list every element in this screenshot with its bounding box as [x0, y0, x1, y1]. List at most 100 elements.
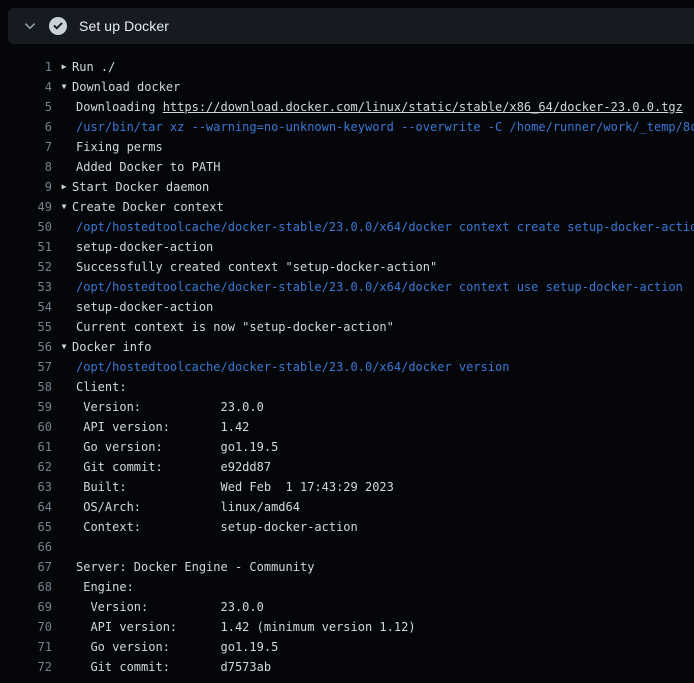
- line-number[interactable]: 63: [0, 477, 52, 497]
- group-expanded-icon[interactable]: ▼: [58, 77, 70, 97]
- log-line: 69 Version: 23.0.0: [0, 597, 694, 617]
- log-command-text: /opt/hostedtoolcache/docker-stable/23.0.…: [76, 277, 683, 297]
- log-group-toggle[interactable]: ▶Start Docker daemon: [52, 177, 209, 197]
- log-group-title: Start Docker daemon: [72, 177, 209, 197]
- log-group-toggle[interactable]: ▼Create Docker context: [52, 197, 224, 217]
- line-number[interactable]: 58: [0, 377, 52, 397]
- log-command-text: /usr/bin/tar xz --warning=no-unknown-key…: [76, 117, 694, 137]
- line-number[interactable]: 65: [0, 517, 52, 537]
- line-number[interactable]: 52: [0, 257, 52, 277]
- log-text-prefix: Downloading: [76, 100, 163, 114]
- log-group-title: Run ./: [72, 57, 115, 77]
- log-text: setup-docker-action: [76, 297, 213, 317]
- log-line: 57/opt/hostedtoolcache/docker-stable/23.…: [0, 357, 694, 377]
- log-text: Added Docker to PATH: [76, 157, 221, 177]
- log-text: Built: Wed Feb 1 17:43:29 2023: [76, 477, 394, 497]
- log-line: 53/opt/hostedtoolcache/docker-stable/23.…: [0, 277, 694, 297]
- line-number[interactable]: 8: [0, 157, 52, 177]
- log-line: 71 Go version: go1.19.5: [0, 637, 694, 657]
- log-text: Git commit: e92dd87: [76, 457, 271, 477]
- log-text: Git commit: d7573ab: [76, 657, 271, 677]
- log-group-title: Create Docker context: [72, 197, 224, 217]
- group-collapsed-icon[interactable]: ▶: [58, 177, 70, 197]
- log-line: 61 Go version: go1.19.5: [0, 437, 694, 457]
- line-number[interactable]: 49: [0, 197, 52, 217]
- log-line: 6/usr/bin/tar xz --warning=no-unknown-ke…: [0, 117, 694, 137]
- step-header[interactable]: Set up Docker: [8, 8, 694, 44]
- log-text: Current context is now "setup-docker-act…: [76, 317, 394, 337]
- log-line: 64 OS/Arch: linux/amd64: [0, 497, 694, 517]
- log-line: 49▼Create Docker context: [0, 197, 694, 217]
- line-number[interactable]: 67: [0, 557, 52, 577]
- line-number[interactable]: 61: [0, 437, 52, 457]
- log-link[interactable]: https://download.docker.com/linux/static…: [163, 100, 683, 114]
- log-text: Go version: go1.19.5: [76, 437, 278, 457]
- log-line: 60 API version: 1.42: [0, 417, 694, 437]
- log-lines: 1▶Run ./4▼Download docker5Downloading ht…: [0, 44, 694, 683]
- line-number[interactable]: 50: [0, 217, 52, 237]
- log-text: Successfully created context "setup-dock…: [76, 257, 437, 277]
- step-title: Set up Docker: [79, 18, 169, 34]
- line-number[interactable]: 56: [0, 337, 52, 357]
- log-line: 70 API version: 1.42 (minimum version 1.…: [0, 617, 694, 637]
- line-number[interactable]: 4: [0, 77, 52, 97]
- check-circle-success-icon: [49, 17, 67, 35]
- line-number[interactable]: 60: [0, 417, 52, 437]
- log-line: 59 Version: 23.0.0: [0, 397, 694, 417]
- group-expanded-icon[interactable]: ▼: [58, 197, 70, 217]
- line-number[interactable]: 1: [0, 57, 52, 77]
- log-command-text: /opt/hostedtoolcache/docker-stable/23.0.…: [76, 357, 509, 377]
- line-number[interactable]: 53: [0, 277, 52, 297]
- log-line: 7 Fixing perms: [0, 137, 694, 157]
- line-number[interactable]: 5: [0, 97, 52, 117]
- log-line: 50/opt/hostedtoolcache/docker-stable/23.…: [0, 217, 694, 237]
- log-line: 68 Engine:: [0, 577, 694, 597]
- log-text: Version: 23.0.0: [76, 597, 264, 617]
- chevron-down-icon[interactable]: [22, 18, 38, 34]
- log-line: 4▼Download docker: [0, 77, 694, 97]
- line-number[interactable]: 7: [0, 137, 52, 157]
- log-group-toggle[interactable]: ▼Download docker: [52, 77, 180, 97]
- group-expanded-icon[interactable]: ▼: [58, 337, 70, 357]
- log-line: 63 Built: Wed Feb 1 17:43:29 2023: [0, 477, 694, 497]
- log-group-title: Download docker: [72, 77, 180, 97]
- line-number[interactable]: 59: [0, 397, 52, 417]
- log-line: 5 Downloading https://download.docker.com…: [0, 97, 694, 117]
- log-line: 51 setup-docker-action: [0, 237, 694, 257]
- line-number[interactable]: 51: [0, 237, 52, 257]
- log-text: Context: setup-docker-action: [76, 517, 358, 537]
- line-number[interactable]: 64: [0, 497, 52, 517]
- log-line: 54 setup-docker-action: [0, 297, 694, 317]
- log-text: Engine:: [76, 577, 134, 597]
- line-number[interactable]: 66: [0, 537, 52, 557]
- line-number[interactable]: 55: [0, 317, 52, 337]
- line-number[interactable]: 54: [0, 297, 52, 317]
- log-text: Downloading https://download.docker.com/…: [76, 97, 683, 117]
- group-collapsed-icon[interactable]: ▶: [58, 57, 70, 77]
- line-number[interactable]: 9: [0, 177, 52, 197]
- line-number[interactable]: 6: [0, 117, 52, 137]
- line-number[interactable]: 69: [0, 597, 52, 617]
- line-number[interactable]: 70: [0, 617, 52, 637]
- log-group-toggle[interactable]: ▼Docker info: [52, 337, 151, 357]
- log-line: 52 Successfully created context "setup-do…: [0, 257, 694, 277]
- log-text: setup-docker-action: [76, 237, 213, 257]
- log-line: 65 Context: setup-docker-action: [0, 517, 694, 537]
- log-text: Fixing perms: [76, 137, 163, 157]
- log-line: 62 Git commit: e92dd87: [0, 457, 694, 477]
- log-line: 56▼Docker info: [0, 337, 694, 357]
- log-text: Server: Docker Engine - Community: [76, 557, 314, 577]
- line-number[interactable]: 68: [0, 577, 52, 597]
- log-line: 55 Current context is now "setup-docker-a…: [0, 317, 694, 337]
- log-line: 8 Added Docker to PATH: [0, 157, 694, 177]
- log-command-text: /opt/hostedtoolcache/docker-stable/23.0.…: [76, 217, 694, 237]
- log-line: 72 Git commit: d7573ab: [0, 657, 694, 677]
- line-number[interactable]: 71: [0, 637, 52, 657]
- line-number[interactable]: 57: [0, 357, 52, 377]
- log-line: 1▶Run ./: [0, 57, 694, 77]
- line-number[interactable]: 62: [0, 457, 52, 477]
- log-text: Client:: [76, 377, 127, 397]
- line-number[interactable]: 72: [0, 657, 52, 677]
- log-group-toggle[interactable]: ▶Run ./: [52, 57, 115, 77]
- log-line: 9▶Start Docker daemon: [0, 177, 694, 197]
